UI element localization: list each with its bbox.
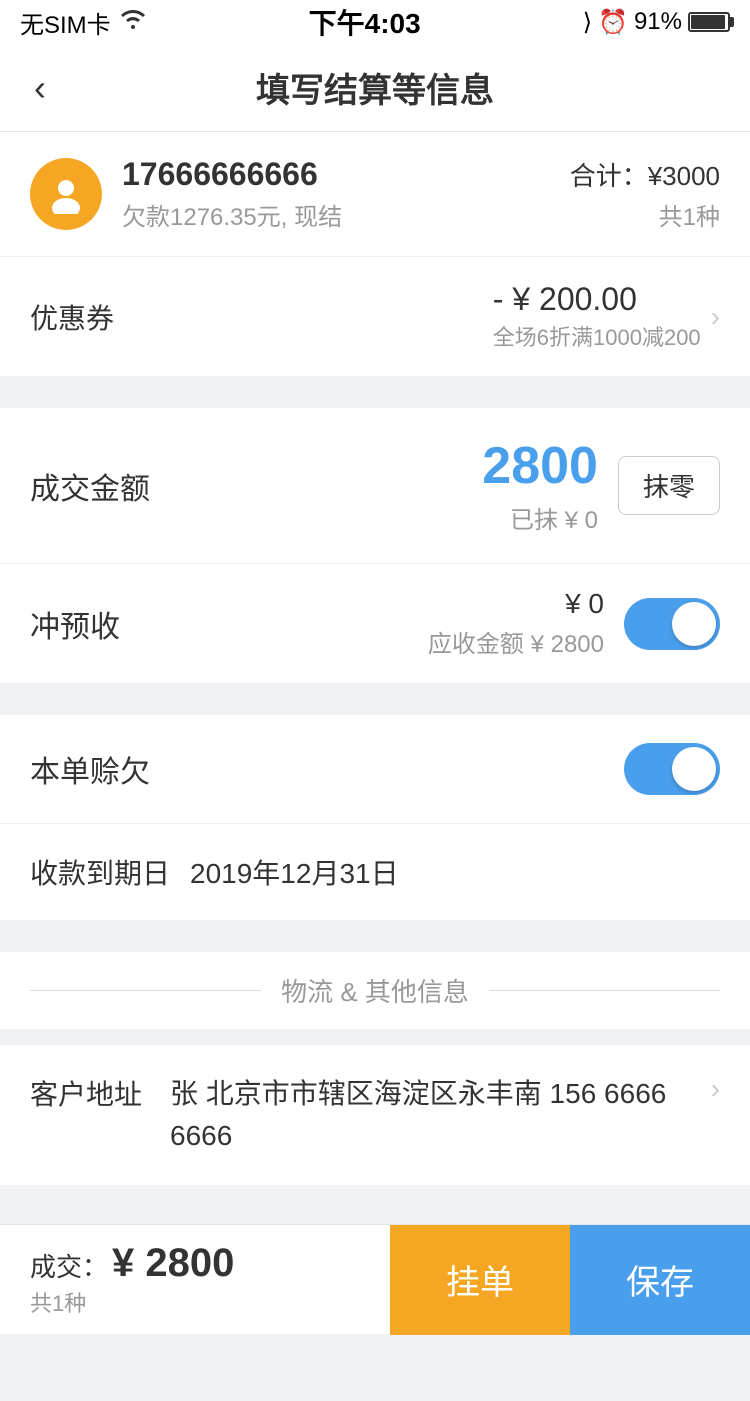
address-chevron-icon: ›: [711, 1073, 720, 1105]
chevron-right-icon: ›: [711, 301, 720, 333]
status-left: 无SIM卡: [20, 5, 147, 40]
user-info-card: 17666666666 欠款1276.35元, 现结 合计：¥3000 共1种 …: [0, 132, 750, 376]
avatar: [30, 158, 102, 230]
user-total: 合计：¥3000 共1种: [570, 156, 720, 232]
user-left: 17666666666 欠款1276.35元, 现结: [30, 156, 342, 232]
user-phone: 17666666666: [122, 156, 342, 193]
address-label: 客户地址: [30, 1073, 150, 1113]
wifi-icon: [119, 8, 147, 36]
bottom-bar: 成交： ¥ 2800 共1种 挂单 保存: [0, 1224, 750, 1334]
prepay-toggle[interactable]: [624, 598, 720, 650]
address-row[interactable]: 客户地址 张 北京市市辖区海淀区永丰南 156 6666 6666 ›: [0, 1045, 750, 1185]
amount-sub: 已抹 ¥ 0: [482, 500, 598, 535]
due-date-label: 收款到期日: [30, 852, 170, 892]
separator-1: [0, 392, 750, 408]
separator-3: [0, 936, 750, 952]
battery-text: 91%: [634, 8, 682, 36]
bottom-total-line: 成交： ¥ 2800: [30, 1241, 360, 1286]
amount-right: 2800 已抹 ¥ 0 抹零: [482, 436, 720, 535]
prepay-right: ¥ 0 应收金额 ¥ 2800: [428, 588, 720, 659]
debt-toggle[interactable]: [624, 743, 720, 795]
nav-bar: ‹ 填写结算等信息: [0, 44, 750, 132]
user-info: 17666666666 欠款1276.35元, 现结: [122, 156, 342, 232]
bottom-total-label: 成交：: [30, 1247, 108, 1284]
amount-value: 2800: [482, 436, 598, 496]
status-right: ⟩ ⏰ 91%: [583, 8, 730, 37]
toggle-knob: [672, 602, 716, 646]
debt-label: 本单赊欠: [30, 747, 150, 791]
debt-toggle-knob: [672, 747, 716, 791]
address-card: 客户地址 张 北京市市辖区海淀区永丰南 156 6666 6666 ›: [0, 1045, 750, 1185]
amount-card: 成交金额 2800 已抹 ¥ 0 抹零 冲预收 ¥ 0 应收金额 ¥ 2800: [0, 408, 750, 683]
total-amount: 合计：¥3000: [570, 156, 720, 193]
prepay-sub: 应收金额 ¥ 2800: [428, 624, 604, 659]
page-title: 填写结算等信息: [256, 63, 494, 112]
coupon-label: 优惠券: [30, 297, 114, 337]
amount-row: 成交金额 2800 已抹 ¥ 0 抹零: [0, 408, 750, 563]
due-date-value: 2019年12月31日: [190, 852, 399, 892]
due-date-row: 收款到期日 2019年12月31日: [0, 823, 750, 920]
amount-label: 成交金额: [30, 464, 150, 508]
bottom-info: 成交： ¥ 2800 共1种: [0, 1241, 390, 1318]
battery-icon: [688, 12, 730, 32]
divider-left: [30, 990, 261, 991]
prepay-value: ¥ 0: [428, 588, 604, 620]
total-count: 共1种: [570, 197, 720, 232]
content: 17666666666 欠款1276.35元, 现结 合计：¥3000 共1种 …: [0, 132, 750, 1401]
divider-right: [489, 990, 720, 991]
separator-2: [0, 699, 750, 715]
coupon-info: - ¥ 200.00 全场6折满1000减200: [493, 281, 701, 352]
coupon-discount: - ¥ 200.00: [493, 281, 701, 318]
logistics-card: 物流 & 其他信息: [0, 952, 750, 1029]
bottom-count: 共1种: [30, 1286, 360, 1318]
debt-card: 本单赊欠 收款到期日 2019年12月31日: [0, 715, 750, 920]
coupon-row[interactable]: 优惠券 - ¥ 200.00 全场6折满1000减200 ›: [0, 256, 750, 376]
user-row: 17666666666 欠款1276.35元, 现结 合计：¥3000 共1种: [0, 132, 750, 256]
status-time: 下午4:03: [309, 2, 421, 42]
logistics-divider: 物流 & 其他信息: [0, 952, 750, 1029]
amount-block: 2800 已抹 ¥ 0: [482, 436, 598, 535]
alarm-icon: ⏰: [598, 8, 628, 37]
coupon-desc: 全场6折满1000减200: [493, 320, 701, 352]
debt-row: 本单赊欠: [0, 715, 750, 823]
prepay-label: 冲预收: [30, 602, 120, 646]
address-value: 张 北京市市辖区海淀区永丰南 156 6666 6666: [170, 1073, 691, 1157]
back-button[interactable]: ‹: [24, 57, 56, 119]
user-debt: 欠款1276.35元, 现结: [122, 197, 342, 232]
prepay-row: 冲预收 ¥ 0 应收金额 ¥ 2800: [0, 563, 750, 683]
logistics-label: 物流 & 其他信息: [281, 972, 469, 1009]
location-icon: ⟩: [583, 8, 592, 37]
status-bar: 无SIM卡 下午4:03 ⟩ ⏰ 91%: [0, 0, 750, 44]
bottom-total-amount: ¥ 2800: [112, 1241, 234, 1286]
carrier-text: 无SIM卡: [20, 5, 111, 40]
round-button[interactable]: 抹零: [618, 456, 720, 515]
hang-button[interactable]: 挂单: [390, 1225, 570, 1335]
save-button[interactable]: 保存: [570, 1225, 750, 1335]
prepay-values: ¥ 0 应收金额 ¥ 2800: [428, 588, 604, 659]
coupon-right: - ¥ 200.00 全场6折满1000减200 ›: [493, 281, 720, 352]
